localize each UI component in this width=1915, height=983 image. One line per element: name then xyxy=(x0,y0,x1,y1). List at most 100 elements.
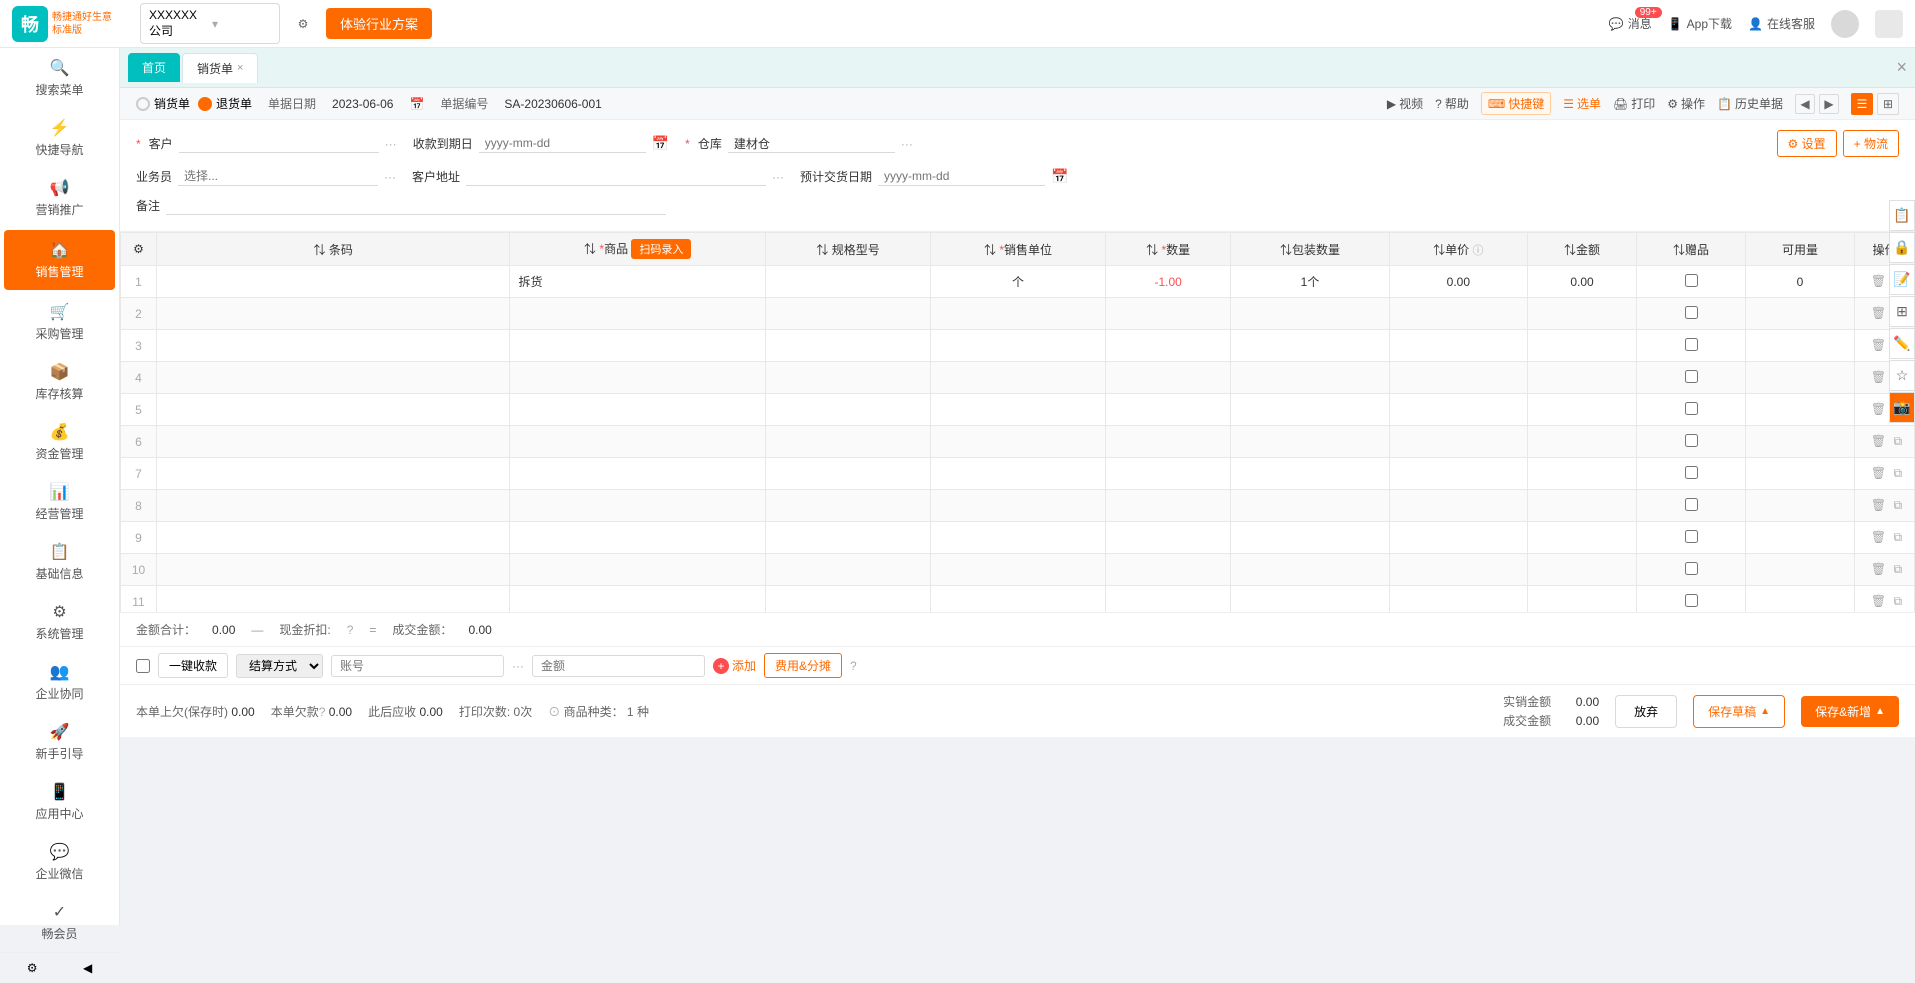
row-amount[interactable] xyxy=(1528,426,1637,458)
row-price[interactable] xyxy=(1389,394,1527,426)
gift-checkbox[interactable] xyxy=(1685,402,1698,415)
logistics-button[interactable]: + 物流 xyxy=(1843,130,1899,157)
copy-row-icon[interactable]: ⧉ xyxy=(1894,434,1903,448)
salesperson-dots-icon[interactable]: ··· xyxy=(384,170,396,184)
payment-method-select[interactable]: 结算方式 xyxy=(236,654,323,678)
gift-checkbox[interactable] xyxy=(1685,338,1698,351)
save-new-button[interactable]: 保存&新增 ▲ xyxy=(1801,696,1899,727)
delete-row-icon[interactable]: 🗑 xyxy=(1871,338,1886,352)
sidebar-item-operations[interactable]: 📊 经营管理 xyxy=(0,472,119,532)
row-unit[interactable]: 个 xyxy=(931,266,1106,298)
row-barcode[interactable] xyxy=(157,490,510,522)
sidebar-settings-icon[interactable]: ⚙ xyxy=(27,961,38,975)
float-btn-5[interactable]: ✏️ xyxy=(1889,328,1915,359)
fee-split-btn[interactable]: 费用&分摊 xyxy=(764,653,842,678)
sort-pack-icon[interactable]: ⇅ xyxy=(1280,243,1292,257)
row-barcode[interactable] xyxy=(157,426,510,458)
sidebar-collapse-icon[interactable]: ◀ xyxy=(83,961,92,975)
copy-row-icon[interactable]: ⧉ xyxy=(1894,530,1903,544)
customer-addr-input[interactable] xyxy=(466,167,766,186)
row-amount[interactable] xyxy=(1528,298,1637,330)
float-btn-1[interactable]: 📋 xyxy=(1889,200,1915,231)
row-product[interactable] xyxy=(510,554,766,586)
gift-checkbox[interactable] xyxy=(1685,594,1698,607)
sidebar-item-enterprise[interactable]: 👥 企业协同 xyxy=(0,652,119,712)
discount-help-icon[interactable]: ? xyxy=(347,623,354,637)
sort-spec-icon[interactable]: ⇅ xyxy=(816,243,828,257)
sidebar-item-inventory[interactable]: 📦 库存核算 xyxy=(0,352,119,412)
row-gift[interactable] xyxy=(1637,522,1746,554)
add-payment-btn[interactable]: + 添加 xyxy=(713,657,756,674)
sort-price-icon[interactable]: ⇅ xyxy=(1433,243,1445,257)
row-unit[interactable] xyxy=(931,490,1106,522)
row-price[interactable] xyxy=(1389,554,1527,586)
copy-row-icon[interactable]: ⧉ xyxy=(1894,466,1903,480)
row-spec[interactable] xyxy=(766,298,931,330)
help-btn[interactable]: ? 帮助 xyxy=(1435,95,1469,112)
delete-row-icon[interactable]: 🗑 xyxy=(1871,402,1886,416)
payment-amount-input[interactable] xyxy=(532,655,705,677)
row-amount[interactable] xyxy=(1528,458,1637,490)
expected-date-input[interactable] xyxy=(878,167,1045,186)
row-qty[interactable] xyxy=(1105,554,1230,586)
row-product[interactable] xyxy=(510,394,766,426)
row-amount[interactable] xyxy=(1528,522,1637,554)
salesperson-input[interactable] xyxy=(178,167,378,186)
row-product[interactable] xyxy=(510,362,766,394)
one-click-payment-checkbox[interactable] xyxy=(136,659,150,673)
th-settings[interactable]: ⚙ xyxy=(121,233,157,266)
gift-checkbox[interactable] xyxy=(1685,498,1698,511)
row-price[interactable] xyxy=(1389,330,1527,362)
copy-row-icon[interactable]: ⧉ xyxy=(1894,594,1903,608)
row-price[interactable] xyxy=(1389,362,1527,394)
row-barcode[interactable] xyxy=(157,298,510,330)
delete-row-icon[interactable]: 🗑 xyxy=(1871,530,1886,544)
sidebar-item-member[interactable]: ✓ 畅会员 xyxy=(0,892,119,952)
sort-qty-icon[interactable]: ⇅ xyxy=(1146,243,1158,257)
row-barcode[interactable] xyxy=(157,362,510,394)
row-pack[interactable] xyxy=(1231,394,1389,426)
sort-unit-icon[interactable]: ⇅ xyxy=(984,243,996,257)
delete-row-icon[interactable]: 🗑 xyxy=(1871,274,1886,288)
row-spec[interactable] xyxy=(766,554,931,586)
row-price[interactable] xyxy=(1389,586,1527,613)
float-btn-3[interactable]: 📝 xyxy=(1889,264,1915,295)
sidebar-item-sales[interactable]: 🏠 销售管理 xyxy=(4,230,115,290)
setup-button[interactable]: ⚙ 设置 xyxy=(1777,130,1837,157)
list-view-btn[interactable]: ☰ xyxy=(1851,93,1873,115)
customer-dots-icon[interactable]: ··· xyxy=(385,137,397,151)
row-qty[interactable] xyxy=(1105,586,1230,613)
trial-button[interactable]: 体验行业方案 xyxy=(326,8,432,39)
sidebar-item-purchase[interactable]: 🛒 采购管理 xyxy=(0,292,119,352)
row-barcode[interactable] xyxy=(157,522,510,554)
float-btn-7[interactable]: 📸 xyxy=(1889,392,1915,423)
row-pack[interactable] xyxy=(1231,426,1389,458)
delete-row-icon[interactable]: 🗑 xyxy=(1871,498,1886,512)
row-spec[interactable] xyxy=(766,490,931,522)
message-button[interactable]: 💬 消息 99+ xyxy=(1609,15,1652,32)
row-amount[interactable] xyxy=(1528,490,1637,522)
fee-help-icon[interactable]: ? xyxy=(850,659,857,673)
row-gift[interactable] xyxy=(1637,394,1746,426)
row-gift[interactable] xyxy=(1637,330,1746,362)
row-barcode[interactable] xyxy=(157,554,510,586)
row-unit[interactable] xyxy=(931,426,1106,458)
row-spec[interactable] xyxy=(766,458,931,490)
row-pack[interactable] xyxy=(1231,586,1389,613)
row-pack[interactable] xyxy=(1231,522,1389,554)
row-qty[interactable] xyxy=(1105,394,1230,426)
row-price[interactable] xyxy=(1389,490,1527,522)
row-unit[interactable] xyxy=(931,298,1106,330)
sidebar-item-basics[interactable]: 📋 基础信息 xyxy=(0,532,119,592)
row-barcode[interactable] xyxy=(157,458,510,490)
warehouse-input[interactable] xyxy=(728,134,895,153)
note-input[interactable] xyxy=(166,196,666,215)
row-gift[interactable] xyxy=(1637,458,1746,490)
row-spec[interactable] xyxy=(766,426,931,458)
row-barcode[interactable] xyxy=(157,330,510,362)
row-pack[interactable] xyxy=(1231,362,1389,394)
delete-row-icon[interactable]: 🗑 xyxy=(1871,306,1886,320)
row-pack[interactable] xyxy=(1231,330,1389,362)
row-qty[interactable] xyxy=(1105,426,1230,458)
prev-page-icon[interactable]: ◀ xyxy=(1795,94,1815,114)
